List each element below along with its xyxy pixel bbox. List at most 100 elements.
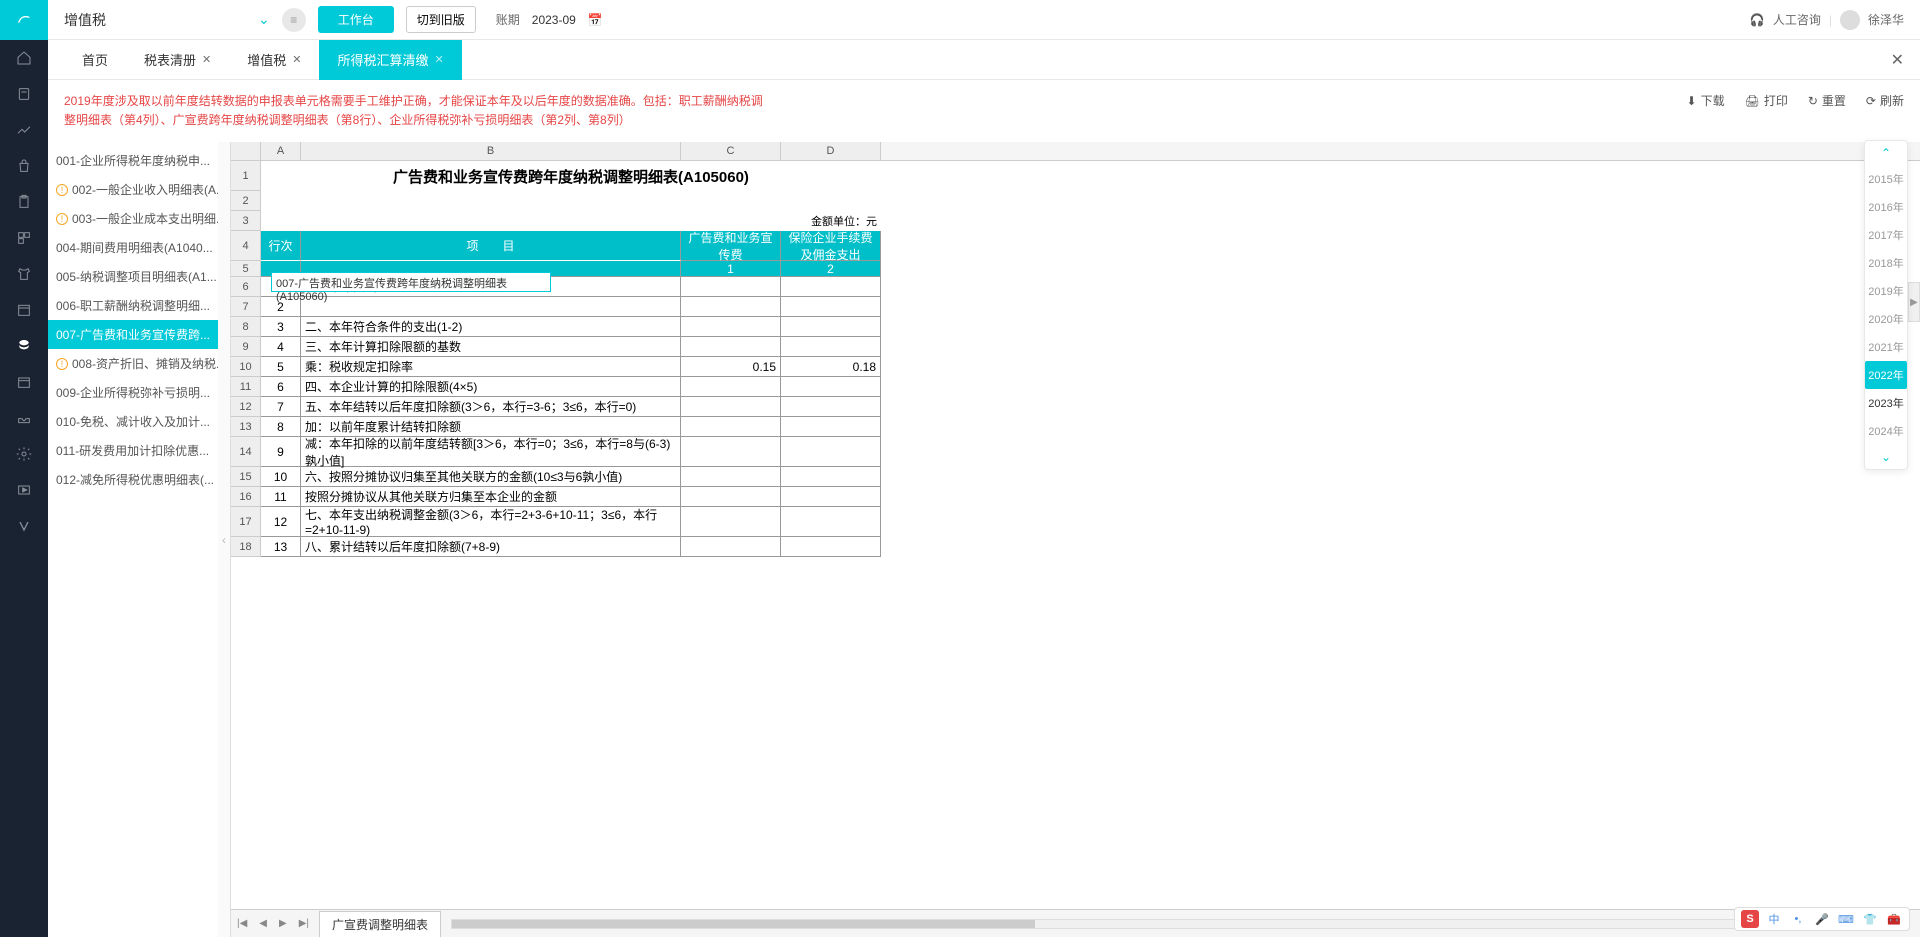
cell-value-d[interactable]	[781, 317, 881, 337]
year-up-icon[interactable]: ⌃	[1865, 141, 1907, 165]
horizontal-scrollbar[interactable]	[451, 919, 1910, 929]
year-2019年[interactable]: 2019年	[1865, 277, 1907, 305]
form-item-6[interactable]: 007-广告费和业务宣传费跨...	[48, 320, 218, 349]
cell-desc[interactable]: 六、按照分摊协议归集至其他关联方的金额(10≤3与6孰小值)	[301, 467, 681, 487]
cell-rownum[interactable]: 9	[261, 437, 301, 467]
row-header[interactable]: 9	[231, 337, 261, 357]
workbench-button[interactable]: 工作台	[318, 6, 394, 33]
tab-3[interactable]: 所得税汇算清缴✕	[319, 40, 461, 80]
headset-icon[interactable]: 🎧	[1750, 13, 1765, 27]
module-dropdown-icon[interactable]: ⌄	[258, 11, 270, 28]
tab-close-icon[interactable]: ✕	[202, 53, 211, 66]
row-header[interactable]: 1	[231, 161, 261, 191]
col-header-c[interactable]: C	[681, 142, 781, 160]
sheet-corner[interactable]	[231, 142, 261, 160]
form-item-4[interactable]: 005-纳税调整项目明细表(A1...	[48, 262, 218, 291]
row-header[interactable]: 16	[231, 487, 261, 507]
ime-toolbox-icon[interactable]: 🧰	[1885, 910, 1903, 928]
cell-desc[interactable]: 二、本年符合条件的支出(1-2)	[301, 317, 681, 337]
calendar-icon[interactable]: 📅	[588, 13, 603, 27]
nav-settings-icon[interactable]	[0, 436, 48, 472]
username[interactable]: 徐泽华	[1868, 11, 1904, 28]
cell-value-d[interactable]	[781, 277, 881, 297]
sheet-nav-next-icon[interactable]: ▶	[273, 918, 293, 929]
nav-shirt-icon[interactable]	[0, 256, 48, 292]
cell-rownum[interactable]: 7	[261, 397, 301, 417]
nav-home-icon[interactable]	[0, 40, 48, 76]
cell-value-c[interactable]	[681, 397, 781, 417]
cell-value-d[interactable]	[781, 537, 881, 557]
cell-value-d[interactable]: 0.18	[781, 357, 881, 377]
ime-lang-icon[interactable]: 中	[1765, 910, 1783, 928]
col-header-d[interactable]: D	[781, 142, 881, 160]
nav-v-icon[interactable]	[0, 508, 48, 544]
avatar[interactable]	[1840, 10, 1860, 30]
cell-value-c[interactable]	[681, 337, 781, 357]
col-header-a[interactable]: A	[261, 142, 301, 160]
year-2021年[interactable]: 2021年	[1865, 333, 1907, 361]
form-item-7[interactable]: !008-资产折旧、摊销及纳税...	[48, 349, 218, 378]
nav-doc-icon[interactable]	[0, 76, 48, 112]
form-item-8[interactable]: 009-企业所得税弥补亏损明...	[48, 378, 218, 407]
year-2023年[interactable]: 2023年	[1865, 389, 1907, 417]
row-header[interactable]: 12	[231, 397, 261, 417]
year-2016年[interactable]: 2016年	[1865, 193, 1907, 221]
row-header[interactable]: 6	[231, 277, 261, 297]
sheet-nav-first-icon[interactable]: |◀	[231, 918, 253, 929]
nav-bag-icon[interactable]	[0, 148, 48, 184]
row-header[interactable]: 4	[231, 231, 261, 261]
cell-rownum[interactable]: 10	[261, 467, 301, 487]
row-header[interactable]: 13	[231, 417, 261, 437]
col-header-b[interactable]: B	[301, 142, 681, 160]
year-2015年[interactable]: 2015年	[1865, 165, 1907, 193]
cell-value-c[interactable]	[681, 417, 781, 437]
tab-1[interactable]: 税表清册✕	[126, 40, 229, 80]
cell-rownum[interactable]: 4	[261, 337, 301, 357]
cell-value-c[interactable]	[681, 297, 781, 317]
form-item-0[interactable]: 001-企业所得税年度纳税申...	[48, 146, 218, 175]
cell-desc[interactable]: 四、本企业计算的扣除限额(4×5)	[301, 377, 681, 397]
cell-value-c[interactable]	[681, 507, 781, 537]
cell-desc[interactable]: 五、本年结转以后年度扣除额(3＞6，本行=3-6；3≤6，本行=0)	[301, 397, 681, 417]
sheet-tab[interactable]: 广宣费调整明细表	[319, 911, 441, 937]
row-header[interactable]: 2	[231, 191, 261, 211]
form-item-1[interactable]: !002-一般企业收入明细表(A...	[48, 175, 218, 204]
ime-s-icon[interactable]: S	[1741, 910, 1759, 928]
nav-grid-icon[interactable]	[0, 220, 48, 256]
nav-calendar-icon[interactable]	[0, 292, 48, 328]
row-header[interactable]: 5	[231, 261, 261, 277]
sheet-grid[interactable]: A B C D 1广告费和业务宣传费跨年度纳税调整明细表(A105060) 2 …	[231, 142, 1920, 909]
row-header[interactable]: 17	[231, 507, 261, 537]
nav-tax-icon[interactable]	[0, 328, 48, 364]
cell-value-d[interactable]	[781, 397, 881, 417]
refresh-button[interactable]: ⟳ 刷新	[1866, 92, 1904, 109]
row-header[interactable]: 7	[231, 297, 261, 317]
sheet-nav-prev-icon[interactable]: ◀	[253, 918, 273, 929]
tab-close-icon[interactable]: ✕	[292, 53, 301, 66]
consult-link[interactable]: 人工咨询	[1773, 11, 1821, 28]
download-button[interactable]: ⬇ 下载	[1687, 92, 1725, 109]
nav-clipboard-icon[interactable]	[0, 184, 48, 220]
print-button[interactable]: 🖨 打印	[1745, 92, 1788, 109]
cell-value-d[interactable]	[781, 437, 881, 467]
form-item-10[interactable]: 011-研发费用加计扣除优惠...	[48, 436, 218, 465]
app-logo[interactable]	[0, 0, 48, 40]
nav-archive-icon[interactable]	[0, 364, 48, 400]
collapse-button[interactable]: ≡	[282, 8, 306, 32]
scrollbar-thumb[interactable]	[452, 920, 1035, 928]
right-expand-handle[interactable]: ▶	[1908, 282, 1920, 322]
tab-2[interactable]: 增值税✕	[229, 40, 319, 80]
cell-desc[interactable]	[301, 297, 681, 317]
cell-desc[interactable]: 减：本年扣除的以前年度结转额[3＞6，本行=0；3≤6，本行=8与(6-3)孰小…	[301, 437, 681, 467]
form-item-3[interactable]: 004-期间费用明细表(A1040...	[48, 233, 218, 262]
ime-punct-icon[interactable]: •,	[1789, 910, 1807, 928]
row-header[interactable]: 8	[231, 317, 261, 337]
form-item-11[interactable]: 012-减免所得税优惠明细表(...	[48, 465, 218, 494]
cell-value-c[interactable]	[681, 317, 781, 337]
cell-desc[interactable]: 乘：税收规定扣除率	[301, 357, 681, 377]
cell-rownum[interactable]: 12	[261, 507, 301, 537]
cell-value-d[interactable]	[781, 507, 881, 537]
form-item-2[interactable]: !003-一般企业成本支出明细...	[48, 204, 218, 233]
cell-value-d[interactable]	[781, 487, 881, 507]
cell-value-c[interactable]	[681, 487, 781, 507]
